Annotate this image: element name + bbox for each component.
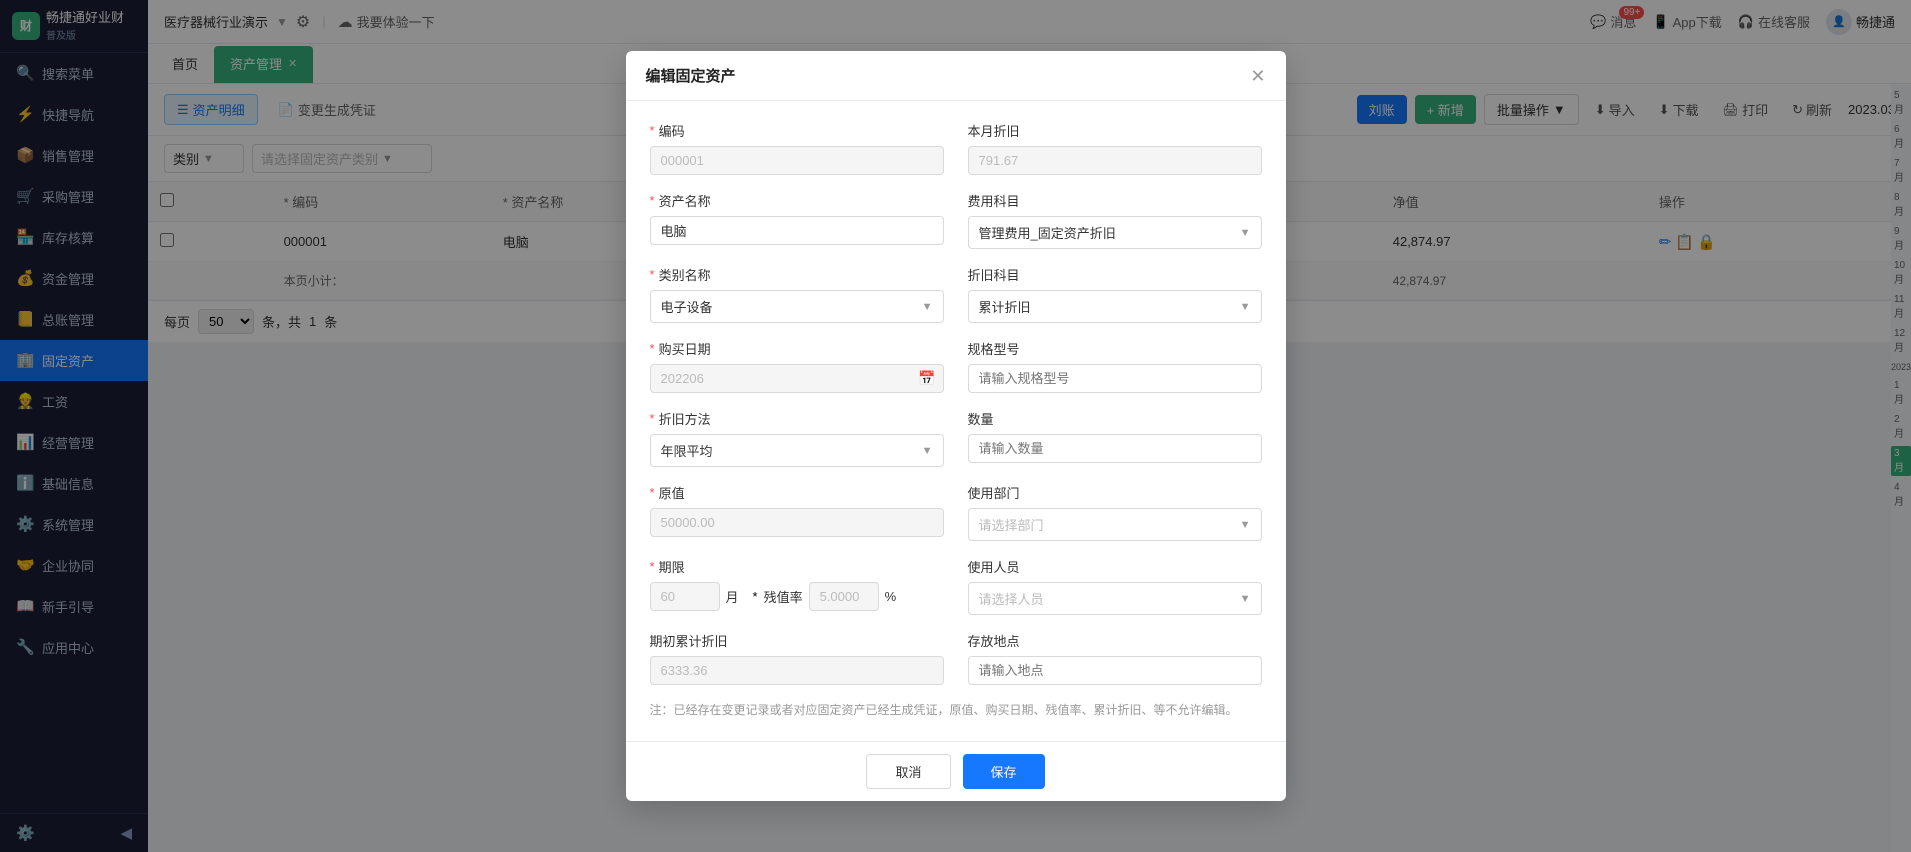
field-code: * 编码 [650, 121, 944, 175]
field-location: 存放地点 [968, 631, 1262, 685]
model-input[interactable] [968, 364, 1262, 393]
purchase-date-input[interactable] [650, 364, 944, 393]
department-select[interactable]: 请选择部门 ▼ [968, 508, 1262, 541]
save-button[interactable]: 保存 [963, 754, 1045, 789]
modal-overlay: 编辑固定资产 ✕ * 编码 本月折旧 [0, 0, 1911, 852]
chevron-down-icon: ▼ [1240, 301, 1251, 313]
chevron-down-icon: ▼ [1240, 593, 1251, 605]
field-asset-name: * 资产名称 [650, 191, 944, 249]
modal-title: 编辑固定资产 [646, 65, 736, 86]
category-select[interactable]: 电子设备 ▼ [650, 290, 944, 323]
field-model: 规格型号 [968, 339, 1262, 393]
modal-form: * 编码 本月折旧 * 资产名称 [650, 121, 1262, 685]
residual-input[interactable] [809, 582, 879, 611]
quantity-input[interactable] [968, 434, 1262, 463]
original-value-input[interactable] [650, 508, 944, 537]
field-expense-subject: 费用科目 管理费用_固定资产折旧 ▼ [968, 191, 1262, 249]
modal-header: 编辑固定资产 ✕ [626, 51, 1286, 101]
monthly-dep-input[interactable] [968, 146, 1262, 175]
person-select[interactable]: 请选择人员 ▼ [968, 582, 1262, 615]
field-quantity: 数量 [968, 409, 1262, 467]
field-dep-method: * 折旧方法 年限平均 ▼ [650, 409, 944, 467]
cancel-button[interactable]: 取消 [866, 754, 950, 789]
dep-subject-select[interactable]: 累计折旧 ▼ [968, 290, 1262, 323]
field-person: 使用人员 请选择人员 ▼ [968, 557, 1262, 615]
modal-note: 注：已经存在变更记录或者对应固定资产已经生成凭证，原值、购买日期、残值率、累计折… [650, 701, 1262, 720]
code-input[interactable] [650, 146, 944, 175]
modal-body: * 编码 本月折旧 * 资产名称 [626, 101, 1286, 740]
field-opening-dep: 期初累计折旧 [650, 631, 944, 685]
chevron-down-icon: ▼ [1240, 519, 1251, 531]
field-department: 使用部门 请选择部门 ▼ [968, 483, 1262, 541]
chevron-down-icon: ▼ [922, 301, 933, 313]
field-purchase-date: * 购买日期 📅 [650, 339, 944, 393]
location-input[interactable] [968, 656, 1262, 685]
period-input[interactable] [650, 582, 720, 611]
chevron-down-icon: ▼ [1240, 227, 1251, 239]
dep-method-select[interactable]: 年限平均 ▼ [650, 434, 944, 467]
opening-dep-input[interactable] [650, 656, 944, 685]
field-original-value: * 原值 [650, 483, 944, 541]
chevron-down-icon: ▼ [922, 445, 933, 457]
field-monthly-dep: 本月折旧 [968, 121, 1262, 175]
edit-asset-modal: 编辑固定资产 ✕ * 编码 本月折旧 [626, 51, 1286, 800]
expense-subject-select[interactable]: 管理费用_固定资产折旧 ▼ [968, 216, 1262, 249]
field-period: * 期限 月 * 残值率 % [650, 557, 944, 615]
modal-close-btn[interactable]: ✕ [1250, 67, 1265, 85]
field-dep-subject: 折旧科目 累计折旧 ▼ [968, 265, 1262, 323]
field-category: * 类别名称 电子设备 ▼ [650, 265, 944, 323]
modal-footer: 取消 保存 [626, 741, 1286, 801]
calendar-icon[interactable]: 📅 [918, 370, 935, 387]
asset-name-input[interactable] [650, 216, 944, 245]
